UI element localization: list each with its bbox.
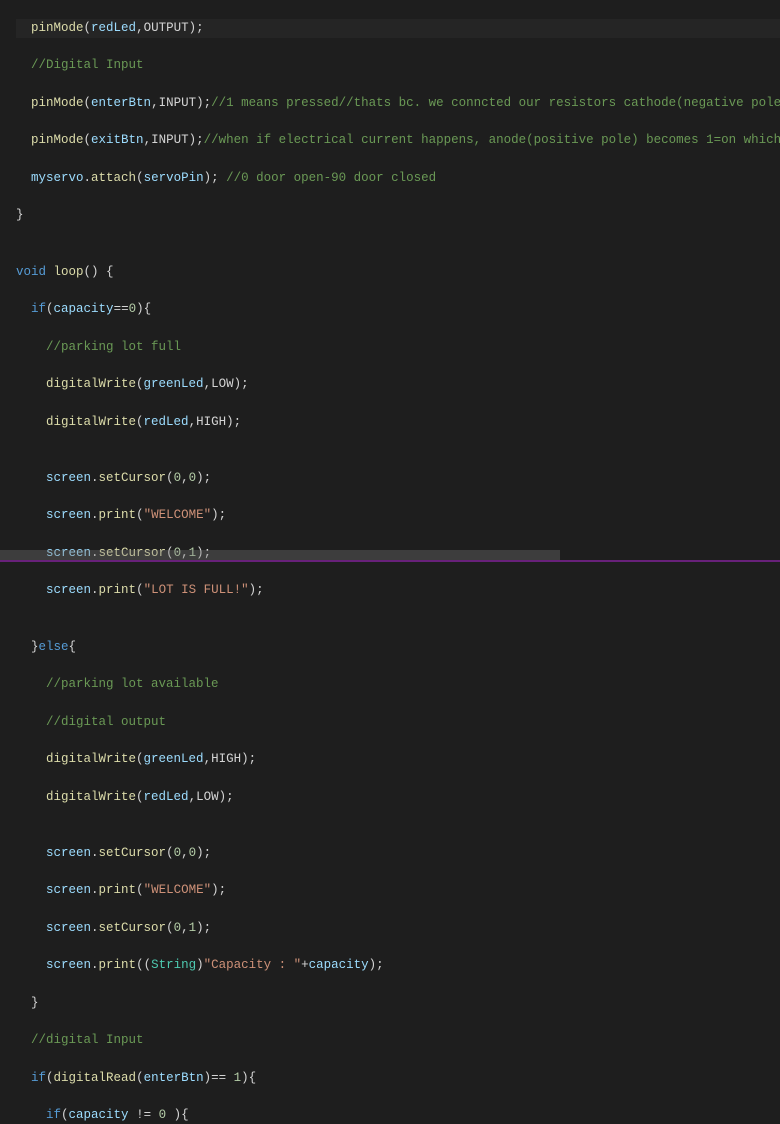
code-line: //digital output	[16, 713, 780, 732]
code-line: pinMode(enterBtn,INPUT);//1 means presse…	[16, 94, 780, 113]
code-line: digitalWrite(greenLed,HIGH);	[16, 750, 780, 769]
code-line: screen.print("WELCOME");	[16, 881, 780, 900]
code-line: //Digital Input	[16, 56, 780, 75]
code-line: //digital Input	[16, 1031, 780, 1050]
code-line: pinMode(exitBtn,INPUT);//when if electri…	[16, 131, 780, 150]
horizontal-scrollbar-thumb[interactable]	[0, 550, 560, 560]
code-line: screen.setCursor(0,1);	[16, 919, 780, 938]
code-line: //parking lot full	[16, 338, 780, 357]
code-line: screen.print("WELCOME");	[16, 506, 780, 525]
code-line: screen.print("LOT IS FULL!");	[16, 581, 780, 600]
code-line: pinMode(redLed,OUTPUT);	[16, 19, 780, 38]
code-line: if(capacity==0){	[16, 300, 780, 319]
code-line: }	[16, 994, 780, 1013]
code-line: screen.setCursor(0,0);	[16, 469, 780, 488]
code-line: }	[16, 206, 780, 225]
code-editor[interactable]: pinMode(redLed,OUTPUT); //Digital Input …	[0, 0, 780, 1124]
code-line: void loop() {	[16, 263, 780, 282]
code-line: if(capacity != 0 ){	[16, 1106, 780, 1124]
code-line: screen.print((String)"Capacity : "+capac…	[16, 956, 780, 975]
code-line: digitalWrite(greenLed,LOW);	[16, 375, 780, 394]
code-line: if(digitalRead(enterBtn)== 1){	[16, 1069, 780, 1088]
code-line: digitalWrite(redLed,LOW);	[16, 788, 780, 807]
code-line: //parking lot available	[16, 675, 780, 694]
code-line: screen.setCursor(0,0);	[16, 844, 780, 863]
code-line: }else{	[16, 638, 780, 657]
code-line: myservo.attach(servoPin); //0 door open-…	[16, 169, 780, 188]
code-line: digitalWrite(redLed,HIGH);	[16, 413, 780, 432]
